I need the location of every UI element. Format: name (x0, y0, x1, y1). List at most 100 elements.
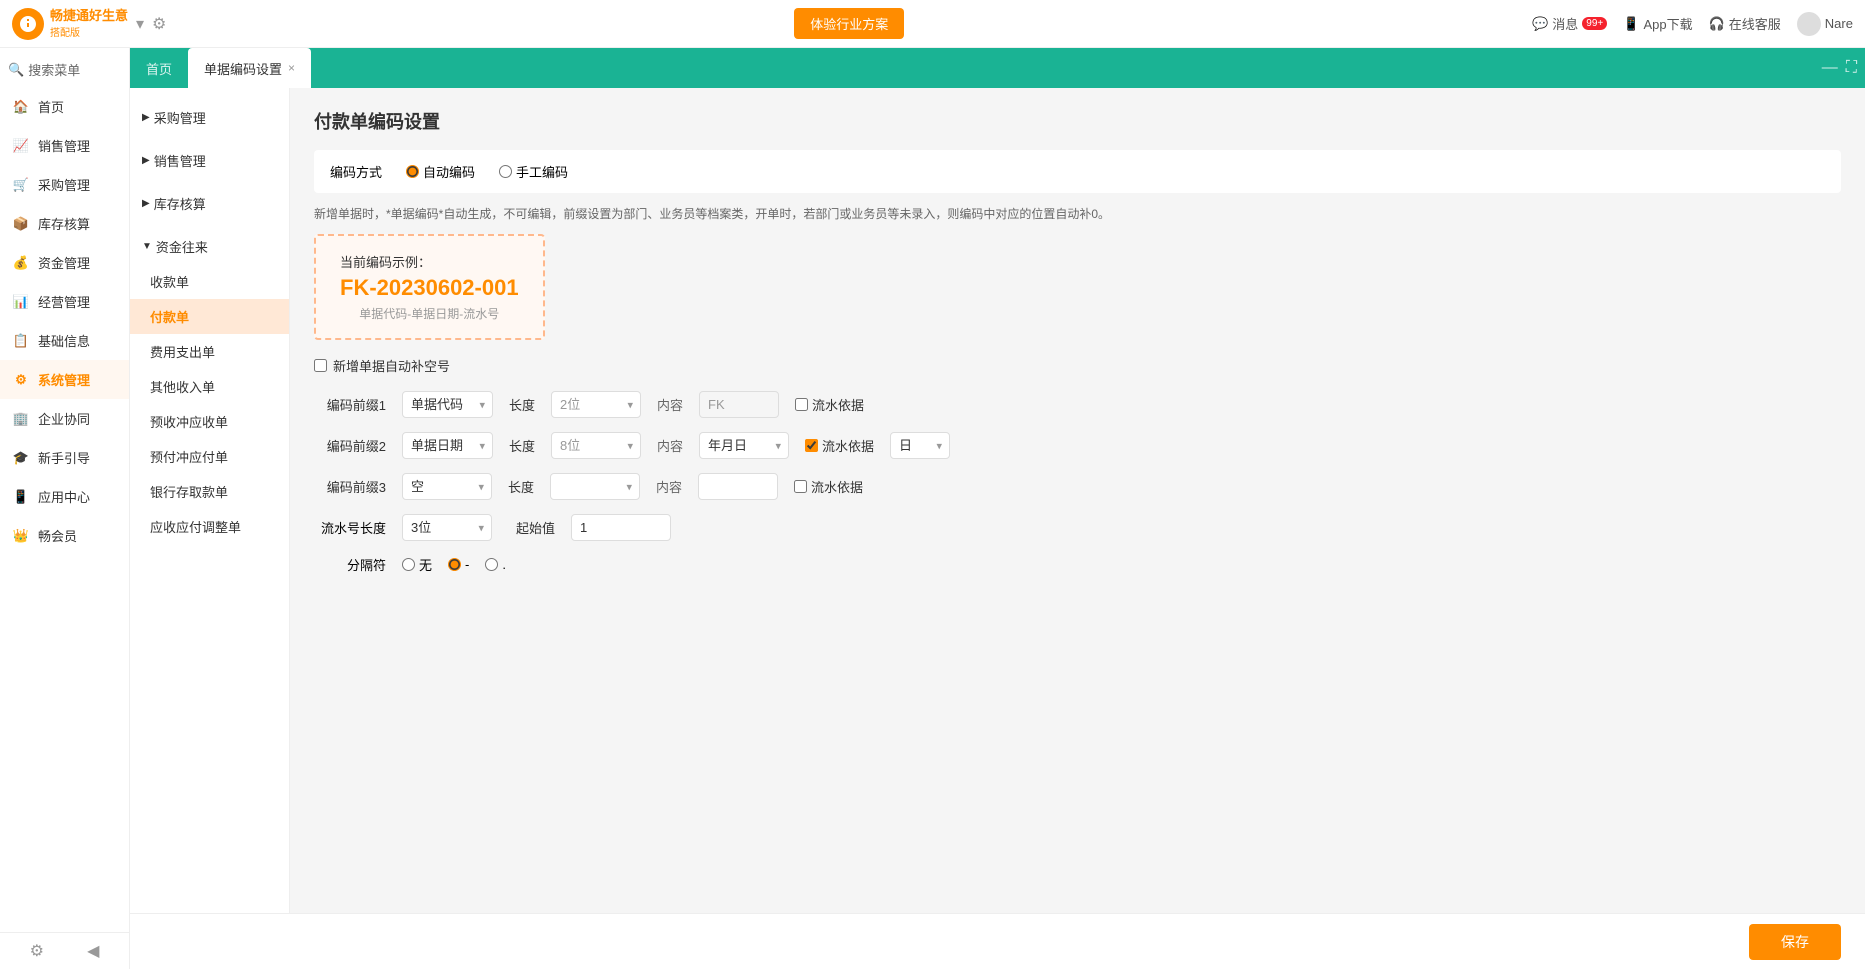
sidebar-item-appcenter[interactable]: 📱 应用中心 (0, 477, 129, 516)
serial-length-select[interactable]: 3位 (402, 514, 492, 541)
content-input-3[interactable] (698, 473, 778, 500)
sidebar-item-home[interactable]: 🏠 首页 (0, 87, 129, 126)
waterfall-label-2[interactable]: 流水依据 (805, 436, 874, 455)
message-badge: 99+ (1582, 17, 1607, 30)
waterfall-checkbox-1[interactable] (795, 398, 808, 411)
prefix-select-2[interactable]: 单据日期 (402, 432, 493, 459)
industry-btn[interactable]: 体验行业方案 (794, 8, 904, 39)
search-menu[interactable]: 🔍 搜索菜单 (0, 52, 129, 87)
sub-menu-group-fund: ▼ 资金往来 收款单 付款单 费用支出单 其他收入单 预收冲应收单 预付冲应付单… (130, 225, 289, 548)
sidebar-item-inventory[interactable]: 📦 库存核算 (0, 204, 129, 243)
top-bar-right: 💬 消息 99+ 📱 App下载 🎧 在线客服 Nare (1532, 12, 1853, 36)
member-icon: 👑 (12, 527, 30, 545)
radio-auto-encode[interactable]: 自动编码 (406, 162, 475, 181)
tab-close-icon[interactable]: × (288, 61, 295, 75)
arrow-right-icon3: ▶ (142, 198, 150, 209)
waterfall-label-3[interactable]: 流水依据 (794, 477, 863, 496)
save-button[interactable]: 保存 (1749, 924, 1841, 960)
inventory-icon: 📦 (12, 215, 30, 233)
tab-bar-right: — ⛶ (1822, 59, 1865, 77)
radio-manual-encode[interactable]: 手工编码 (499, 162, 568, 181)
waterfall-checkbox-3[interactable] (794, 480, 807, 493)
content-area: 首页 单据编码设置 × — ⛶ ▶ 采购管理 (130, 48, 1865, 969)
sub-menu-item-prepay-recv[interactable]: 预收冲应收单 (130, 404, 289, 439)
sep-dot[interactable]: . (485, 557, 506, 572)
prefix-label-2: 编码前缀2 (314, 436, 386, 455)
main-layout: 🔍 搜索菜单 🏠 首页 📈 销售管理 🛒 采购管理 📦 库存核算 💰 资金管理 … (0, 48, 1865, 969)
settings-bottom-icon[interactable]: ⚙ (30, 941, 44, 961)
length-select-2[interactable]: 8位 (551, 432, 641, 459)
purchase-icon: 🛒 (12, 176, 30, 194)
tab-home[interactable]: 首页 (130, 48, 188, 88)
serial-row: 流水号长度 3位 起始值 (314, 514, 1841, 541)
user-info[interactable]: Nare (1797, 12, 1853, 36)
service-btn[interactable]: 🎧 在线客服 (1709, 14, 1781, 33)
tab-encode-setting[interactable]: 单据编码设置 × (188, 48, 311, 88)
sub-menu-item-other-income[interactable]: 其他收入单 (130, 369, 289, 404)
service-icon: 🎧 (1709, 16, 1725, 32)
content-select-2[interactable]: 年月日 (699, 432, 789, 459)
nav-arrow[interactable]: ▾ (136, 14, 144, 34)
sep-none[interactable]: 无 (402, 555, 432, 574)
sidebar-item-member[interactable]: 👑 畅会员 (0, 516, 129, 555)
auto-fill-checkbox[interactable] (314, 359, 327, 372)
sidebar-item-purchase[interactable]: 🛒 采购管理 (0, 165, 129, 204)
waterfall-checkbox-2[interactable] (805, 439, 818, 452)
sub-menu-item-expense[interactable]: 费用支出单 (130, 334, 289, 369)
arrow-right-icon: ▶ (142, 112, 150, 123)
tab-maximize-icon[interactable]: ⛶ (1846, 59, 1857, 77)
sub-menu-item-adjust[interactable]: 应收应付调整单 (130, 509, 289, 544)
username: Nare (1825, 16, 1853, 31)
sep-none-input[interactable] (402, 558, 415, 571)
sub-menu-item-prepay-pay[interactable]: 预付冲应付单 (130, 439, 289, 474)
sales-icon: 📈 (12, 137, 30, 155)
sub-menu-sales[interactable]: ▶ 销售管理 (130, 143, 289, 178)
home-icon: 🏠 (12, 98, 30, 116)
start-value-input[interactable] (571, 514, 671, 541)
brand-icon (12, 8, 44, 40)
prefix-select-wrap-1: 单据代码 (402, 391, 493, 418)
sidebar-item-guide[interactable]: 🎓 新手引导 (0, 438, 129, 477)
sub-menu-purchase[interactable]: ▶ 采购管理 (130, 100, 289, 135)
sidebar-item-fund[interactable]: 💰 资金管理 (0, 243, 129, 282)
sidebar-item-operation[interactable]: 📊 经营管理 (0, 282, 129, 321)
sub-menu-item-bank[interactable]: 银行存取款单 (130, 474, 289, 509)
sidebar-item-enterprise[interactable]: 🏢 企业协同 (0, 399, 129, 438)
tab-minimize-icon[interactable]: — (1822, 59, 1838, 77)
content-input-1[interactable] (699, 391, 779, 418)
prefix-row-3: 编码前缀3 空 长度 内容 (314, 473, 1841, 500)
sub-layout: ▶ 采购管理 ▶ 销售管理 ▶ 库存核算 (130, 88, 1865, 913)
bottom-bar: 保存 (130, 913, 1865, 969)
sub-menu-item-receipt[interactable]: 收款单 (130, 264, 289, 299)
radio-auto-input[interactable] (406, 165, 419, 178)
radio-manual-input[interactable] (499, 165, 512, 178)
settings-icon[interactable]: ⚙ (152, 14, 166, 34)
sub-menu-item-payment[interactable]: 付款单 (130, 299, 289, 334)
serial-length-label: 流水号长度 (314, 518, 386, 537)
waterfall-label-1[interactable]: 流水依据 (795, 395, 864, 414)
sidebar-item-sales[interactable]: 📈 销售管理 (0, 126, 129, 165)
sub-menu-group-sales: ▶ 销售管理 (130, 139, 289, 182)
content-label-2: 内容 (657, 436, 683, 455)
sep-dot-input[interactable] (485, 558, 498, 571)
prefix-select-wrap-2: 单据日期 (402, 432, 493, 459)
content-label-3: 内容 (656, 477, 682, 496)
app-download-btn[interactable]: 📱 App下载 (1623, 14, 1692, 33)
sidebar-item-system[interactable]: ⚙ 系统管理 (0, 360, 129, 399)
collapse-icon[interactable]: ◀ (87, 941, 99, 961)
length-select-1[interactable]: 2位 (551, 391, 641, 418)
prefix-select-1[interactable]: 单据代码 (402, 391, 493, 418)
waterfall-unit-select[interactable]: 日 (890, 432, 950, 459)
sidebar-item-baseinfo[interactable]: 📋 基础信息 (0, 321, 129, 360)
sub-menu-fund[interactable]: ▼ 资金往来 (130, 229, 289, 264)
sub-menu-inventory[interactable]: ▶ 库存核算 (130, 186, 289, 221)
content-select-wrap-2: 年月日 (699, 432, 789, 459)
sep-dash[interactable]: - (448, 557, 469, 572)
length-select-3[interactable] (550, 473, 640, 500)
length-label-1: 长度 (509, 395, 535, 414)
sub-sidebar: ▶ 采购管理 ▶ 销售管理 ▶ 库存核算 (130, 88, 290, 913)
baseinfo-icon: 📋 (12, 332, 30, 350)
prefix-select-3[interactable]: 空 (402, 473, 492, 500)
message-btn[interactable]: 💬 消息 99+ (1532, 14, 1607, 33)
sep-dash-input[interactable] (448, 558, 461, 571)
